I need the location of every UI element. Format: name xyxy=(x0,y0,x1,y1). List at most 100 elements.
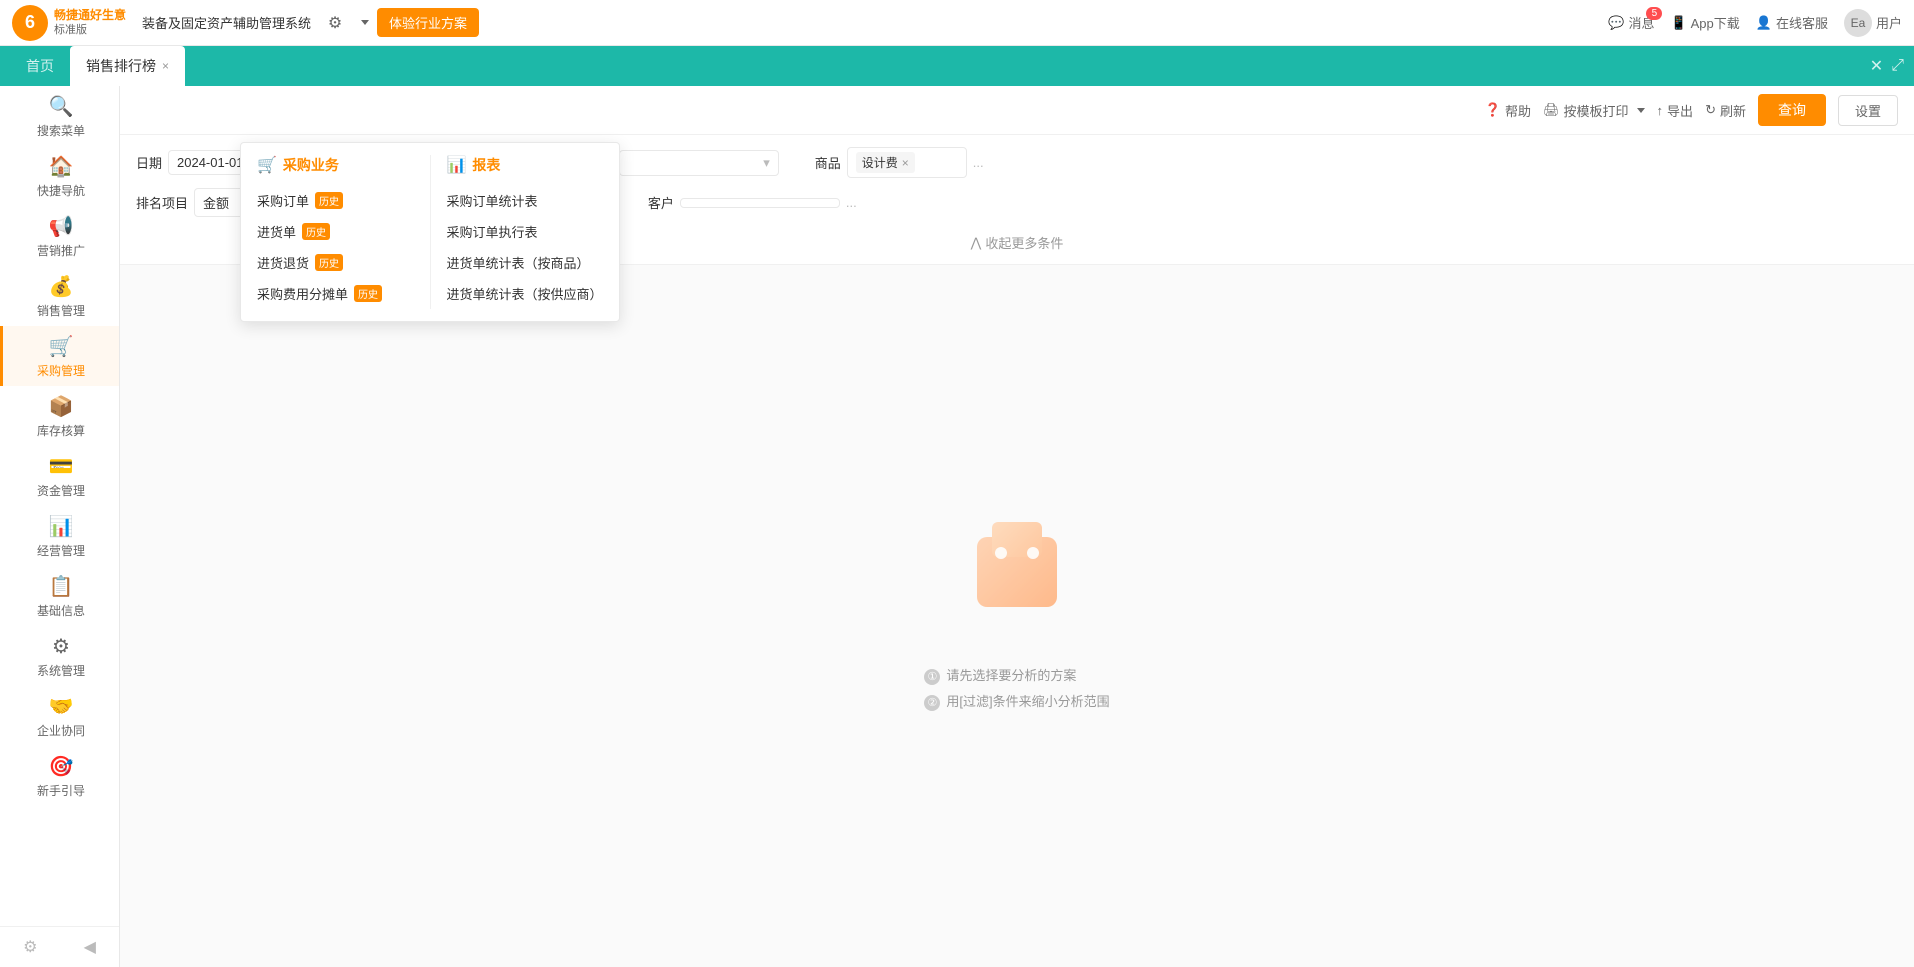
dropdown-report-receipt-by-goods[interactable]: 进货单统计表（按商品） xyxy=(447,247,604,278)
dropdown-purchase-order[interactable]: 采购订单 历史 xyxy=(257,185,414,216)
top-header: 6 畅捷通好生意 标准版 装备及固定资产辅助管理系统 ⚙ 体验行业方案 💬 消息… xyxy=(0,0,1914,46)
tab-expand-btn[interactable]: ⤢ xyxy=(1891,57,1904,75)
print-btn[interactable]: 🖨 按模板打印 xyxy=(1543,101,1645,120)
logo-icon: 6 xyxy=(12,5,48,41)
service-btn[interactable]: 👤 在线客服 xyxy=(1756,13,1828,32)
print-chevron-icon xyxy=(1637,108,1645,113)
collapse-icon: ⋀ xyxy=(971,235,982,251)
tab-bar-controls: ✕ ⤢ xyxy=(1870,56,1904,76)
logo-text: 畅捷通好生意 标准版 xyxy=(54,8,126,38)
customer-input[interactable] xyxy=(680,198,840,208)
toolbar: ❓ 帮助 🖨 按模板打印 ↑ 导出 ↻ 刷新 查询 设置 xyxy=(120,86,1914,135)
finance-icon: 💳 xyxy=(49,454,74,479)
settings-button[interactable]: 设置 xyxy=(1838,95,1898,126)
tab-close-icon[interactable]: × xyxy=(162,59,169,73)
goods-tag-close-icon[interactable]: × xyxy=(902,156,909,170)
report-col-icon: 📊 xyxy=(447,155,467,175)
dropdown-purchase-title: 🛒 采购业务 xyxy=(257,155,414,175)
hint-num-2: ② xyxy=(924,695,940,711)
empty-illustration xyxy=(947,517,1087,637)
content-area: ❓ 帮助 🖨 按模板打印 ↑ 导出 ↻ 刷新 查询 设置 xyxy=(120,86,1914,967)
sidebar-item-search[interactable]: 🔍 搜索菜单 xyxy=(0,86,119,146)
hint-num-1: ① xyxy=(924,669,940,685)
sidebar-item-finance[interactable]: 💳 资金管理 xyxy=(0,446,119,506)
export-icon: ↑ xyxy=(1657,103,1664,118)
logo-area: 6 畅捷通好生意 标准版 xyxy=(12,5,132,41)
sidebar-item-guide[interactable]: 🎯 新手引导 xyxy=(0,746,119,806)
system-icon: ⚙ xyxy=(52,634,70,659)
header-right: 💬 消息 5 📱 App下载 👤 在线客服 Ea 用户 xyxy=(1608,9,1902,37)
goods-tag: 设计费 × xyxy=(856,152,915,173)
dropdown-purchase-expense[interactable]: 采购费用分摊单 历史 xyxy=(257,278,414,309)
help-btn[interactable]: ❓ 帮助 xyxy=(1485,101,1531,120)
help-icon: ❓ xyxy=(1485,102,1501,118)
dropdown-report-order-stat[interactable]: 采购订单统计表 xyxy=(447,185,604,216)
sidebar-item-cooperation[interactable]: 🤝 企业协同 xyxy=(0,686,119,746)
tab-close-btn[interactable]: ✕ xyxy=(1870,56,1883,76)
sidebar: 🔍 搜索菜单 🏠 快捷导航 📢 营销推广 💰 销售管理 🛒 采购管理 📦 库存核… xyxy=(0,86,120,967)
header-btn-group: ⚙ 体验行业方案 xyxy=(321,8,479,37)
sidebar-item-quick-nav[interactable]: 🏠 快捷导航 xyxy=(0,146,119,206)
dropdown-report-receipt-by-supplier[interactable]: 进货单统计表（按供应商） xyxy=(447,278,604,309)
operation-icon: 📊 xyxy=(49,514,74,539)
customer-ellipsis[interactable]: ... xyxy=(846,195,857,210)
goods-input[interactable]: 设计费 × xyxy=(847,147,967,178)
dropdown-report-order-exec[interactable]: 采购订单执行表 xyxy=(447,216,604,247)
sidebar-collapse-btn[interactable]: ◀ xyxy=(84,937,96,957)
service-icon: 👤 xyxy=(1756,15,1772,31)
tab-home[interactable]: 首页 xyxy=(10,46,70,86)
search-icon: 🔍 xyxy=(49,94,74,119)
history-badge-3: 历史 xyxy=(315,254,343,271)
app-download-btn[interactable]: 📱 App下载 xyxy=(1670,13,1739,32)
guide-icon: 🎯 xyxy=(49,754,74,779)
purchase-icon: 🛒 xyxy=(49,334,74,359)
sidebar-bottom: ⚙ ◀ xyxy=(0,926,119,967)
doc-status-select[interactable]: ▾ xyxy=(619,150,779,176)
dropdown-report-title: 📊 报表 xyxy=(447,155,604,175)
query-button[interactable]: 查询 xyxy=(1758,94,1826,126)
filter-goods: 商品 设计费 × ... xyxy=(815,147,984,178)
sales-icon: 💰 xyxy=(49,274,74,299)
dropdown-purchase-receipt[interactable]: 进货单 历史 xyxy=(257,216,414,247)
purchase-col-icon: 🛒 xyxy=(257,155,277,175)
refresh-icon: ↻ xyxy=(1705,102,1716,118)
tab-bar: 首页 销售排行榜 × ✕ ⤢ xyxy=(0,46,1914,86)
collapse-filter-btn[interactable]: ⋀ 收起更多条件 xyxy=(971,233,1064,252)
dropdown-purchase-col: 🛒 采购业务 采购订单 历史 进货单 历史 进货退货 历史 xyxy=(241,155,430,309)
filter-customer: 客户 ... xyxy=(648,193,857,212)
message-btn[interactable]: 💬 消息 5 xyxy=(1608,13,1654,32)
doc-status-arrow-icon: ▾ xyxy=(763,155,770,171)
user-btn[interactable]: Ea 用户 xyxy=(1844,9,1902,37)
sidebar-item-sales[interactable]: 💰 销售管理 xyxy=(0,266,119,326)
dropdown-report-col: 📊 报表 采购订单统计表 采购订单执行表 进货单统计表（按商品） 进货单统计表（… xyxy=(430,155,620,309)
sidebar-item-purchase[interactable]: 🛒 采购管理 xyxy=(0,326,119,386)
inventory-icon: 📦 xyxy=(49,394,74,419)
sidebar-item-system[interactable]: ⚙ 系统管理 xyxy=(0,626,119,686)
history-badge-2: 历史 xyxy=(302,223,330,240)
avatar: Ea xyxy=(1844,9,1872,37)
print-icon: 🖨 xyxy=(1543,102,1560,118)
dropdown-menu: 🛒 采购业务 采购订单 历史 进货单 历史 进货退货 历史 xyxy=(240,142,620,322)
empty-hints: ①请先选择要分析的方案 ②用[过滤]条件来缩小分析范围 xyxy=(924,663,1109,715)
export-btn[interactable]: ↑ 导出 xyxy=(1657,101,1694,120)
sidebar-item-inventory[interactable]: 📦 库存核算 xyxy=(0,386,119,446)
sidebar-settings-btn[interactable]: ⚙ xyxy=(23,937,37,957)
goods-ellipsis[interactable]: ... xyxy=(973,155,984,170)
message-badge: 5 xyxy=(1646,7,1662,20)
sidebar-item-marketing[interactable]: 📢 营销推广 xyxy=(0,206,119,266)
sidebar-item-basic-info[interactable]: 📋 基础信息 xyxy=(0,566,119,626)
refresh-btn[interactable]: ↻ 刷新 xyxy=(1705,101,1746,120)
tab-sales-ranking[interactable]: 销售排行榜 × xyxy=(70,46,185,86)
dropdown-purchase-return[interactable]: 进货退货 历史 xyxy=(257,247,414,278)
sidebar-item-operation[interactable]: 📊 经营管理 xyxy=(0,506,119,566)
industry-btn[interactable]: 体验行业方案 xyxy=(377,8,479,37)
home-icon: 🏠 xyxy=(49,154,74,179)
main-layout: 🔍 搜索菜单 🏠 快捷导航 📢 营销推广 💰 销售管理 🛒 采购管理 📦 库存核… xyxy=(0,86,1914,967)
basic-info-icon: 📋 xyxy=(49,574,74,599)
history-badge-1: 历史 xyxy=(315,192,343,209)
system-name: 装备及固定资产辅助管理系统 xyxy=(142,13,311,32)
settings-icon-btn[interactable]: ⚙ xyxy=(321,9,349,37)
message-icon: 💬 xyxy=(1608,15,1624,31)
history-badge-4: 历史 xyxy=(354,285,382,302)
system-chevron-icon xyxy=(361,20,369,25)
